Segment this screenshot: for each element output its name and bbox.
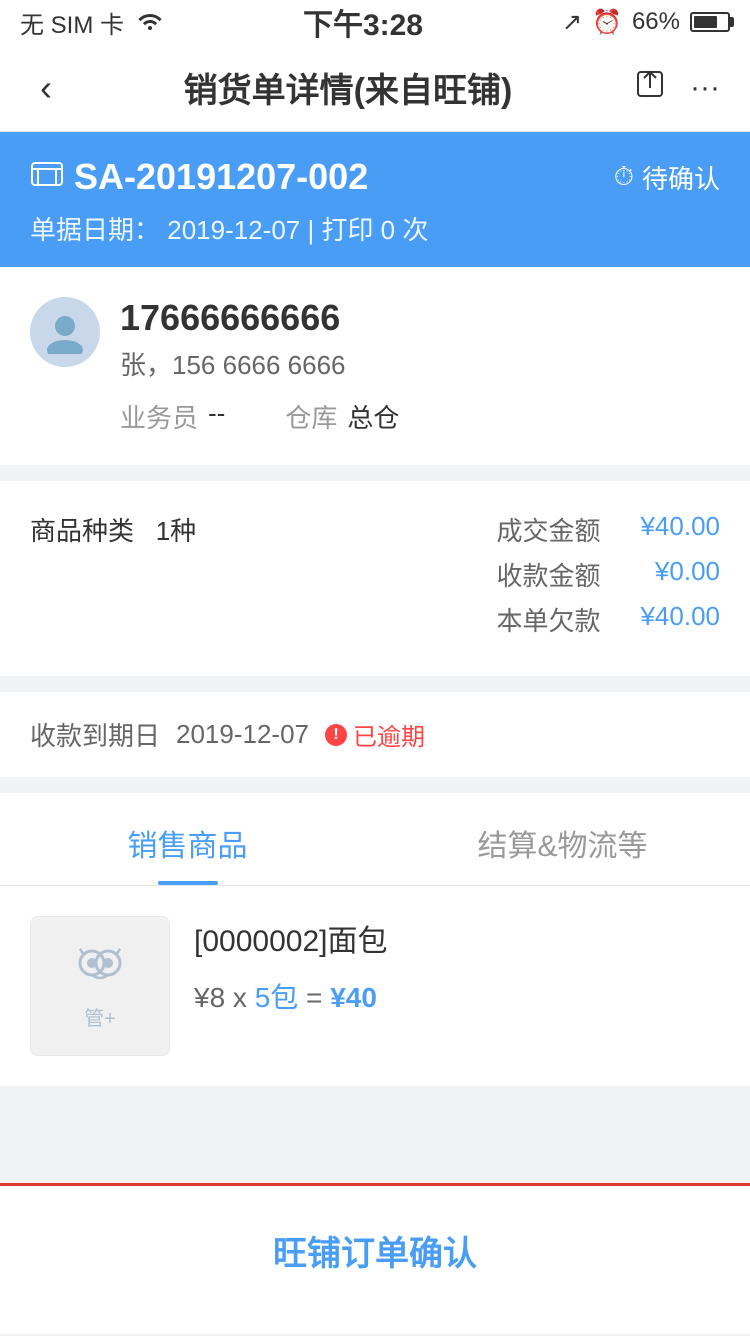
back-button[interactable]: ‹ xyxy=(30,57,62,119)
product-type-value: 1种 xyxy=(156,516,196,546)
avatar xyxy=(30,297,100,367)
product-thumbnail: 管+ xyxy=(30,916,170,1056)
debt-value: ¥40.00 xyxy=(640,601,720,638)
product-price: ¥8 x 5包 = ¥40 xyxy=(194,976,720,1016)
wifi-icon xyxy=(136,8,164,37)
transaction-amount-row: 成交金额 ¥40.00 xyxy=(496,511,720,548)
confirm-button-wrapper: 旺铺订单确认 xyxy=(0,1183,750,1334)
customer-section: 17666666666 张，156 6666 6666 业务员 -- 仓库 总仓 xyxy=(0,267,750,465)
customer-info: 17666666666 张，156 6666 6666 业务员 -- 仓库 总仓 xyxy=(120,297,720,435)
sales-value: -- xyxy=(208,398,225,435)
product-total: ¥40 xyxy=(330,982,377,1013)
customer-phone: 17666666666 xyxy=(120,297,720,339)
due-date-label: 收款到期日 xyxy=(30,716,160,753)
overdue-badge: ! 已逾期 xyxy=(325,717,425,752)
product-type: 商品种类 1种 xyxy=(30,511,196,548)
customer-name: 张，156 6666 6666 xyxy=(120,345,720,382)
order-meta: 单据日期： 2019-12-07 | 打印 0 次 xyxy=(30,210,720,247)
carrier-label: 无 SIM 卡 xyxy=(20,5,124,40)
overdue-dot-icon: ! xyxy=(325,724,347,746)
status-label: 待确认 xyxy=(642,159,720,196)
tab-sales-product[interactable]: 销售商品 xyxy=(0,793,375,885)
product-type-label: 商品种类 xyxy=(30,516,134,546)
warehouse-label: 仓库 xyxy=(285,398,337,435)
transaction-label: 成交金额 xyxy=(496,511,600,548)
tab-settlement[interactable]: 结算&物流等 xyxy=(375,793,750,885)
alarm-icon: ⏰ xyxy=(592,8,622,37)
product-qty: 5包 xyxy=(255,982,299,1013)
due-date-section: 收款到期日 2019-12-07 ! 已逾期 xyxy=(0,692,750,777)
payment-label: 收款金额 xyxy=(496,556,600,593)
customer-meta: 业务员 -- 仓库 总仓 xyxy=(120,398,720,435)
status-bar: 无 SIM 卡 下午3:28 ↗ ⏰ 66% xyxy=(0,0,750,44)
page-title: 销货单详情(来自旺铺) xyxy=(184,63,513,112)
nav-actions: ··· xyxy=(634,68,720,108)
order-status-badge: ⏱ 待确认 xyxy=(614,159,720,196)
overdue-label: 已逾期 xyxy=(353,717,425,752)
debt-amount-row: 本单欠款 ¥40.00 xyxy=(496,601,720,638)
location-icon: ↗ xyxy=(562,8,582,37)
order-id: SA-20191207-002 xyxy=(30,156,368,198)
debt-label: 本单欠款 xyxy=(496,601,600,638)
battery-icon xyxy=(690,12,730,32)
product-info: [0000002]面包 ¥8 x 5包 = ¥40 xyxy=(194,916,720,1016)
product-item: 管+ [0000002]面包 ¥8 x 5包 = ¥40 xyxy=(0,886,750,1086)
status-bar-left: 无 SIM 卡 xyxy=(20,5,164,40)
more-icon[interactable]: ··· xyxy=(690,71,720,105)
tabs-row: 销售商品 结算&物流等 xyxy=(0,793,750,886)
payment-value: ¥0.00 xyxy=(655,556,720,593)
product-logo xyxy=(70,941,130,998)
status-bar-right: ↗ ⏰ 66% xyxy=(562,8,730,37)
amount-summary: 成交金额 ¥40.00 收款金额 ¥0.00 本单欠款 ¥40.00 xyxy=(496,511,720,646)
price-label: ¥8 x xyxy=(194,982,255,1013)
share-icon[interactable] xyxy=(634,68,666,108)
product-name: [0000002]面包 xyxy=(194,916,720,960)
sales-label: 业务员 xyxy=(120,398,198,435)
order-header-card: SA-20191207-002 ⏱ 待确认 单据日期： 2019-12-07 |… xyxy=(0,132,750,267)
battery-percent: 66% xyxy=(632,8,680,36)
payment-amount-row: 收款金额 ¥0.00 xyxy=(496,556,720,593)
status-clock-icon: ⏱ xyxy=(614,161,634,193)
nav-bar: ‹ 销货单详情(来自旺铺) ··· xyxy=(0,44,750,132)
warehouse-value: 总仓 xyxy=(347,398,399,435)
order-id-icon xyxy=(30,156,64,198)
summary-section: 商品种类 1种 成交金额 ¥40.00 收款金额 ¥0.00 本单欠款 ¥40.… xyxy=(0,481,750,676)
transaction-value: ¥40.00 xyxy=(640,511,720,548)
tabs-section: 销售商品 结算&物流等 管+ xyxy=(0,793,750,1086)
logo-plus: 管+ xyxy=(84,1002,116,1031)
status-time: 下午3:28 xyxy=(303,0,423,44)
due-date-value: 2019-12-07 xyxy=(176,719,309,750)
confirm-order-button[interactable]: 旺铺订单确认 xyxy=(30,1206,720,1294)
